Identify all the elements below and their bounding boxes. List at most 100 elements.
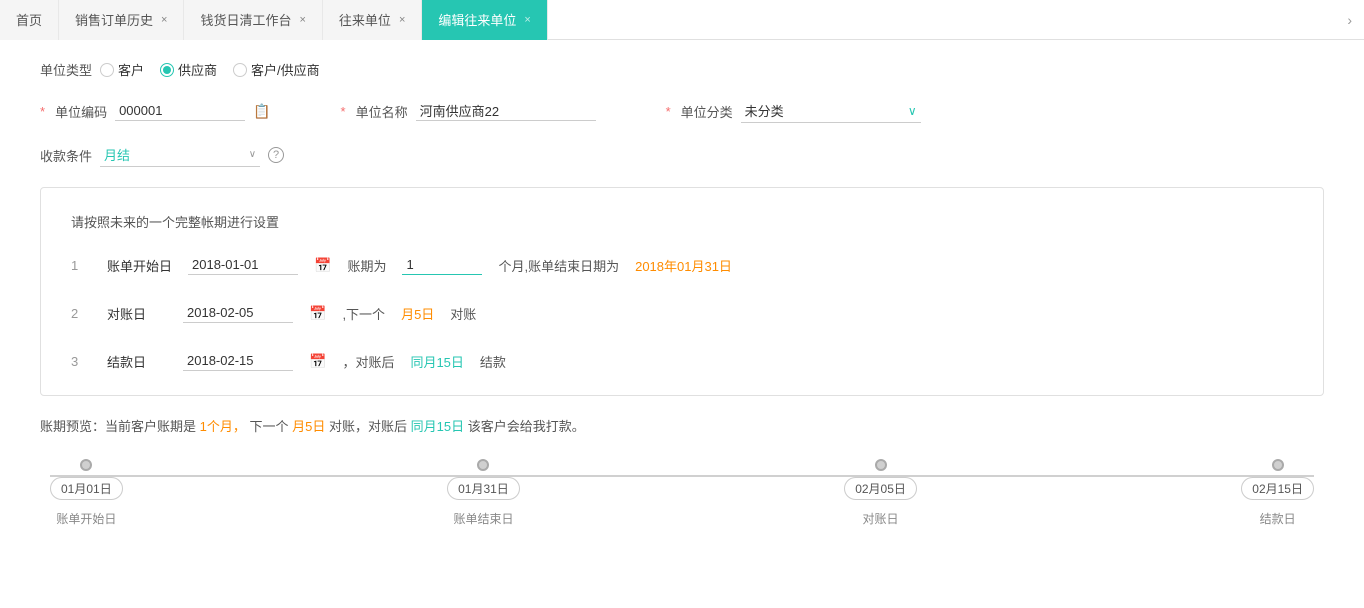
settings-card: 请按照未来的一个完整帐期进行设置 1 账单开始日 📅 账期为 个月,账单结束日期… bbox=[40, 187, 1324, 396]
radio-both-label: 客户/供应商 bbox=[251, 60, 320, 79]
timeline-label-1: 账单结束日 bbox=[453, 510, 513, 527]
timeline-date-3: 02月15日 bbox=[1241, 477, 1314, 500]
radio-circle-both bbox=[233, 63, 247, 77]
unit-type-row: 单位类型 客户 供应商 客户/供应商 bbox=[40, 60, 1324, 79]
row-label-2: 对账日 bbox=[107, 304, 167, 323]
timeline-label-0: 账单开始日 bbox=[56, 510, 116, 527]
period-input[interactable] bbox=[402, 255, 482, 275]
calendar-icon-reconcile[interactable]: 📅 bbox=[309, 305, 326, 322]
timeline-point-3: 02月15日 结款日 bbox=[1241, 459, 1314, 527]
payment-terms-row: 收款条件 月结 ∨ ? bbox=[40, 143, 1324, 167]
radio-circle-customer bbox=[100, 63, 114, 77]
close-icon[interactable]: × bbox=[399, 14, 405, 26]
radio-supplier-label: 供应商 bbox=[178, 60, 217, 79]
timeline-point-0: 01月01日 账单开始日 bbox=[50, 459, 123, 527]
tab-home-label: 首页 bbox=[16, 10, 42, 29]
tabs-bar: 首页 销售订单历史 × 钱货日清工作台 × 往来单位 × 编辑往来单位 × › bbox=[0, 0, 1364, 40]
timeline-container: 01月01日 账单开始日 01月31日 账单结束日 02月05日 对账日 02月… bbox=[40, 459, 1324, 527]
required-star-name: * bbox=[341, 104, 346, 119]
row-3-desc-after: 结款 bbox=[480, 352, 506, 371]
unit-name-input[interactable] bbox=[416, 101, 596, 121]
row-number-1: 1 bbox=[71, 258, 91, 273]
chevron-down-icon-payment: ∨ bbox=[249, 149, 256, 160]
radio-both[interactable]: 客户/供应商 bbox=[233, 60, 320, 79]
timeline-date-0: 01月01日 bbox=[50, 477, 123, 500]
unit-type-label: 单位类型 bbox=[40, 60, 92, 79]
timeline-dot-1 bbox=[477, 459, 489, 471]
timeline-label-2: 对账日 bbox=[863, 510, 899, 527]
close-icon[interactable]: × bbox=[524, 14, 530, 26]
calendar-icon-code[interactable]: 📋 bbox=[253, 103, 270, 120]
preview-prefix: 账期预览：当前客户账期是 bbox=[40, 419, 196, 434]
unit-type-field: 单位类型 客户 供应商 客户/供应商 bbox=[40, 60, 320, 79]
preview-suffix: 该客户会给我打款。 bbox=[468, 419, 585, 434]
row-2-desc-before: ,下一个 bbox=[342, 304, 385, 323]
timeline-points: 01月01日 账单开始日 01月31日 账单结束日 02月05日 对账日 02月… bbox=[50, 459, 1314, 527]
reconcile-highlight: 月5日 bbox=[401, 304, 434, 323]
preview-section: 账期预览：当前客户账期是 1个月， 下一个 月5日 对账，对账后 同月15日 该… bbox=[40, 416, 1324, 435]
start-date-input[interactable] bbox=[188, 255, 298, 275]
payment-terms-dropdown[interactable]: 月结 ∨ bbox=[100, 143, 260, 167]
tab-edit-partner[interactable]: 编辑往来单位 × bbox=[422, 0, 547, 40]
required-star-category: * bbox=[666, 104, 671, 119]
radio-circle-supplier bbox=[160, 63, 174, 77]
tab-sales-history[interactable]: 销售订单历史 × bbox=[59, 0, 184, 40]
timeline-date-1: 01月31日 bbox=[447, 477, 520, 500]
radio-customer[interactable]: 客户 bbox=[100, 60, 144, 79]
timeline-label-3: 结款日 bbox=[1260, 510, 1296, 527]
row-3-desc-before: ，对账后 bbox=[342, 352, 394, 371]
row-label-3: 结款日 bbox=[107, 352, 167, 371]
timeline-date-2: 02月05日 bbox=[844, 477, 917, 500]
row-number-2: 2 bbox=[71, 306, 91, 321]
calendar-icon-payment[interactable]: 📅 bbox=[309, 353, 326, 370]
payment-date-input[interactable] bbox=[183, 351, 293, 371]
preview-term: 1个月， bbox=[200, 419, 246, 434]
unit-code-field: * 单位编码 📋 bbox=[40, 101, 271, 121]
setting-row-2: 2 对账日 📅 ,下一个 月5日 对账 bbox=[71, 303, 1293, 323]
preview-reconcile-prefix: 下一个 bbox=[250, 419, 289, 434]
row-2-desc-after: 对账 bbox=[450, 304, 476, 323]
card-title: 请按照未来的一个完整帐期进行设置 bbox=[71, 212, 1293, 231]
unit-code-input[interactable] bbox=[115, 101, 245, 121]
timeline-point-1: 01月31日 账单结束日 bbox=[447, 459, 520, 527]
payment-terms-label: 收款条件 bbox=[40, 146, 92, 165]
main-content: 单位类型 客户 供应商 客户/供应商 * 单位编码 bbox=[0, 40, 1364, 608]
row-1-desc-before: 账期为 bbox=[347, 256, 386, 275]
calendar-icon-start[interactable]: 📅 bbox=[314, 257, 331, 274]
setting-row-3: 3 结款日 📅 ，对账后 同月15日 结款 bbox=[71, 351, 1293, 371]
setting-row-1: 1 账单开始日 📅 账期为 个月,账单结束日期为 2018年01月31日 bbox=[71, 255, 1293, 275]
close-icon[interactable]: × bbox=[299, 14, 305, 26]
payment-highlight: 同月15日 bbox=[410, 352, 463, 371]
payment-terms-field: 收款条件 月结 ∨ ? bbox=[40, 143, 284, 167]
reconcile-date-input[interactable] bbox=[183, 303, 293, 323]
tab-cash-work-label: 钱货日清工作台 bbox=[200, 10, 291, 29]
unit-category-select[interactable]: 未分类 ∨ bbox=[741, 99, 921, 123]
unit-category-value: 未分类 bbox=[745, 101, 908, 120]
unit-type-radio-group: 客户 供应商 客户/供应商 bbox=[100, 60, 320, 79]
chevron-down-icon: ∨ bbox=[908, 104, 917, 118]
tab-expand-button[interactable]: › bbox=[1335, 12, 1364, 28]
timeline-dot-2 bbox=[875, 459, 887, 471]
tab-partner-units-label: 往来单位 bbox=[339, 10, 391, 29]
end-date-highlight: 2018年01月31日 bbox=[635, 256, 732, 275]
row-1-desc-after: 个月,账单结束日期为 bbox=[498, 256, 619, 275]
payment-terms-value: 月结 bbox=[104, 145, 245, 164]
row-label-1: 账单开始日 bbox=[107, 256, 172, 275]
radio-customer-label: 客户 bbox=[118, 60, 144, 79]
unit-category-field: * 单位分类 未分类 ∨ bbox=[666, 99, 921, 123]
tab-edit-partner-label: 编辑往来单位 bbox=[438, 10, 516, 29]
close-icon[interactable]: × bbox=[161, 14, 167, 26]
preview-reconcile-suffix: 对账，对账后 bbox=[329, 419, 407, 434]
tab-home[interactable]: 首页 bbox=[0, 0, 59, 40]
unit-code-label: 单位编码 bbox=[55, 102, 107, 121]
tab-cash-work[interactable]: 钱货日清工作台 × bbox=[184, 0, 322, 40]
unit-name-label: 单位名称 bbox=[356, 102, 408, 121]
radio-supplier[interactable]: 供应商 bbox=[160, 60, 217, 79]
timeline-point-2: 02月05日 对账日 bbox=[844, 459, 917, 527]
unit-info-row: * 单位编码 📋 * 单位名称 * 单位分类 未分类 ∨ bbox=[40, 99, 1324, 123]
row-number-3: 3 bbox=[71, 354, 91, 369]
tab-partner-units[interactable]: 往来单位 × bbox=[323, 0, 422, 40]
unit-name-field: * 单位名称 bbox=[341, 101, 596, 121]
preview-reconcile-date: 月5日 bbox=[292, 419, 325, 434]
help-icon[interactable]: ? bbox=[268, 147, 284, 163]
